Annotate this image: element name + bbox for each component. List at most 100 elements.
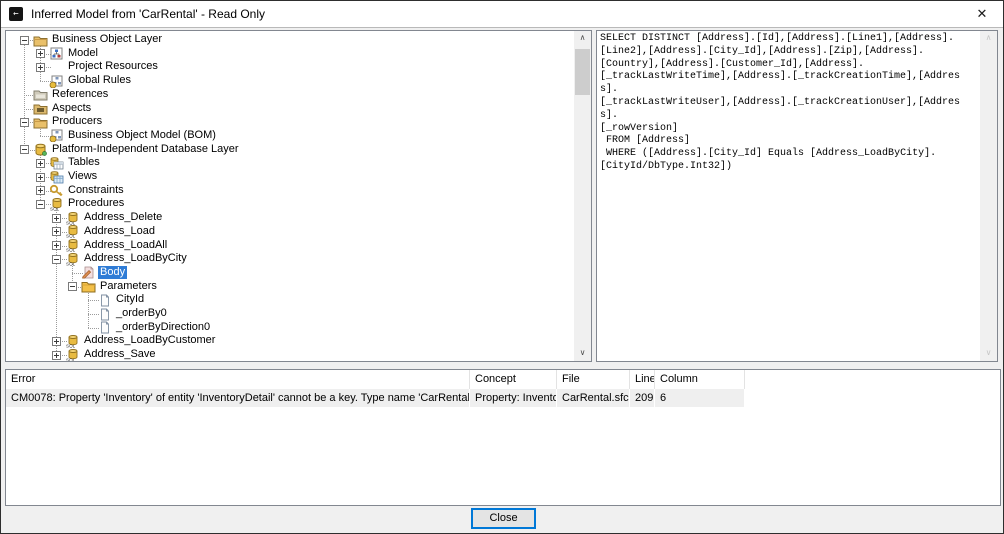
expand-plus-icon[interactable] — [35, 186, 45, 196]
tree-item-label[interactable]: Business Object Layer — [50, 33, 164, 46]
tree-item-label[interactable]: _orderBy0 — [114, 307, 169, 320]
collapse-minus-icon[interactable] — [19, 145, 29, 155]
tree-item-label[interactable]: Address_LoadByCustomer — [82, 334, 217, 347]
tree-item-label[interactable]: Address_Load — [82, 225, 157, 238]
error-cell-file: CarRental.sfcm — [557, 389, 630, 407]
tree-item-label[interactable]: Procedures — [66, 197, 126, 210]
page-icon — [97, 321, 112, 334]
scroll-up-icon[interactable]: ∧ — [980, 31, 997, 46]
expand-plus-icon[interactable] — [35, 62, 45, 72]
scroll-down-icon[interactable]: ∨ — [980, 346, 997, 361]
model-icon — [49, 47, 64, 60]
sql-icon: SQL — [65, 225, 80, 238]
tree-item-label[interactable]: CityId — [114, 293, 146, 306]
tree-vertical-scrollbar[interactable]: ∧ ∨ — [574, 31, 591, 361]
expand-plus-icon[interactable] — [51, 350, 61, 360]
table-icon — [49, 157, 64, 170]
error-list-panel: Error Concept File Line Column CM0078: P… — [5, 369, 1001, 506]
expand-plus-icon[interactable] — [51, 227, 61, 237]
svg-text:SQL: SQL — [66, 220, 76, 225]
collapse-minus-icon[interactable] — [19, 117, 29, 127]
reffolder-icon — [33, 88, 48, 101]
window-title: Inferred Model from 'CarRental' - Read O… — [31, 7, 266, 21]
projres-icon — [49, 61, 64, 74]
error-cell-concept: Property: Inventory — [470, 389, 557, 407]
svg-text:SQL: SQL — [66, 234, 76, 239]
tree-scrollbar-thumb[interactable] — [575, 49, 590, 95]
rules-icon — [49, 75, 64, 88]
dialog-window: { "window": { "title": "Inferred Model f… — [0, 0, 1004, 534]
svg-text:SQL: SQL — [50, 206, 60, 211]
expand-plus-icon[interactable] — [51, 241, 61, 250]
tree-item-label[interactable]: Address_Save — [82, 348, 158, 361]
svg-text:SQL: SQL — [66, 261, 76, 266]
column-header-concept[interactable]: Concept — [470, 370, 557, 389]
sql-preview-panel: SELECT DISTINCT [Address].[Id],[Address]… — [596, 30, 998, 362]
collapse-minus-icon[interactable] — [51, 254, 61, 264]
page-icon — [97, 294, 112, 307]
sql-icon: SQL — [65, 239, 80, 252]
error-cell-message: CM0078: Property 'Inventory' of entity '… — [6, 389, 470, 407]
sql-icon: SQL — [65, 252, 80, 266]
view-icon — [49, 170, 64, 184]
tree-item-label[interactable]: Address_LoadAll — [82, 239, 169, 252]
expand-plus-icon[interactable] — [51, 336, 61, 346]
svg-text:SQL: SQL — [66, 343, 76, 348]
sql-icon: SQL — [65, 211, 80, 225]
sql-text[interactable]: SELECT DISTINCT [Address].[Id],[Address]… — [600, 33, 978, 359]
tree-item-label[interactable]: Producers — [50, 115, 104, 128]
collapse-minus-icon[interactable] — [67, 282, 77, 292]
column-header-file[interactable]: File — [557, 370, 630, 389]
body-icon — [81, 266, 96, 279]
expand-plus-icon[interactable] — [35, 158, 45, 168]
tree-item-label[interactable]: Views — [66, 170, 99, 183]
tree-item-label[interactable]: References — [50, 88, 110, 101]
sql-vertical-scrollbar[interactable]: ∧ ∨ — [980, 31, 997, 361]
tree-item-label[interactable]: Project Resources — [66, 60, 160, 73]
rules-icon — [49, 129, 64, 143]
expand-plus-icon[interactable] — [35, 172, 45, 182]
tree-item-label[interactable]: Business Object Model (BOM) — [66, 129, 218, 142]
title-bar[interactable]: ← Inferred Model from 'CarRental' - Read… — [1, 1, 1003, 28]
collapse-minus-icon[interactable] — [19, 35, 29, 45]
tree-item-label[interactable]: Aspects — [50, 102, 93, 115]
column-header-error[interactable]: Error — [6, 370, 470, 389]
error-list-header: Error Concept File Line Column — [6, 370, 1000, 389]
folder-icon — [33, 116, 48, 129]
expand-plus-icon[interactable] — [51, 213, 61, 223]
close-button[interactable]: Close — [471, 508, 536, 529]
db-icon — [33, 143, 48, 156]
error-row[interactable]: CM0078: Property 'Inventory' of entity '… — [6, 389, 745, 407]
tree-item-label[interactable]: Platform-Independent Database Layer — [50, 143, 241, 156]
aspfolder-icon — [33, 102, 48, 115]
model-tree-panel: Business Object Layer Model Project Resour… — [5, 30, 592, 362]
collapse-minus-icon[interactable] — [35, 199, 45, 209]
key-icon — [49, 184, 64, 197]
column-header-line[interactable]: Line — [630, 370, 655, 389]
tree-item-label[interactable]: Body — [98, 265, 128, 279]
tree-item-label[interactable]: Model — [66, 47, 100, 60]
sql-icon: SQL — [65, 348, 80, 361]
page-icon — [97, 308, 112, 321]
tree-item-label[interactable]: Address_LoadByCity — [82, 252, 189, 265]
tree-item-label[interactable]: Parameters — [98, 280, 159, 293]
tree-item-label[interactable]: Global Rules — [66, 74, 133, 87]
folder-icon — [33, 34, 48, 47]
tree-item-label[interactable]: Address_Delete — [82, 211, 164, 224]
window-close-icon[interactable]: ✕ — [965, 1, 999, 27]
column-header-column[interactable]: Column — [655, 370, 745, 389]
svg-text:SQL: SQL — [66, 248, 76, 253]
expand-plus-icon[interactable] — [35, 49, 45, 59]
tree-item-label[interactable]: Tables — [66, 156, 102, 169]
svg-text:SQL: SQL — [66, 357, 76, 361]
error-cell-column: 6 — [655, 389, 745, 407]
tree-item-label[interactable]: _orderByDirection0 — [114, 321, 212, 334]
folder2-icon — [81, 280, 96, 293]
scroll-down-icon[interactable]: ∨ — [574, 346, 591, 361]
tree-item-label[interactable]: Constraints — [66, 184, 126, 197]
sql-icon: SQL — [49, 197, 64, 211]
scroll-up-icon[interactable]: ∧ — [574, 31, 591, 46]
app-icon: ← — [9, 7, 23, 21]
model-tree: Business Object Layer Model Project Resour… — [6, 31, 574, 361]
sql-icon: SQL — [65, 334, 80, 348]
